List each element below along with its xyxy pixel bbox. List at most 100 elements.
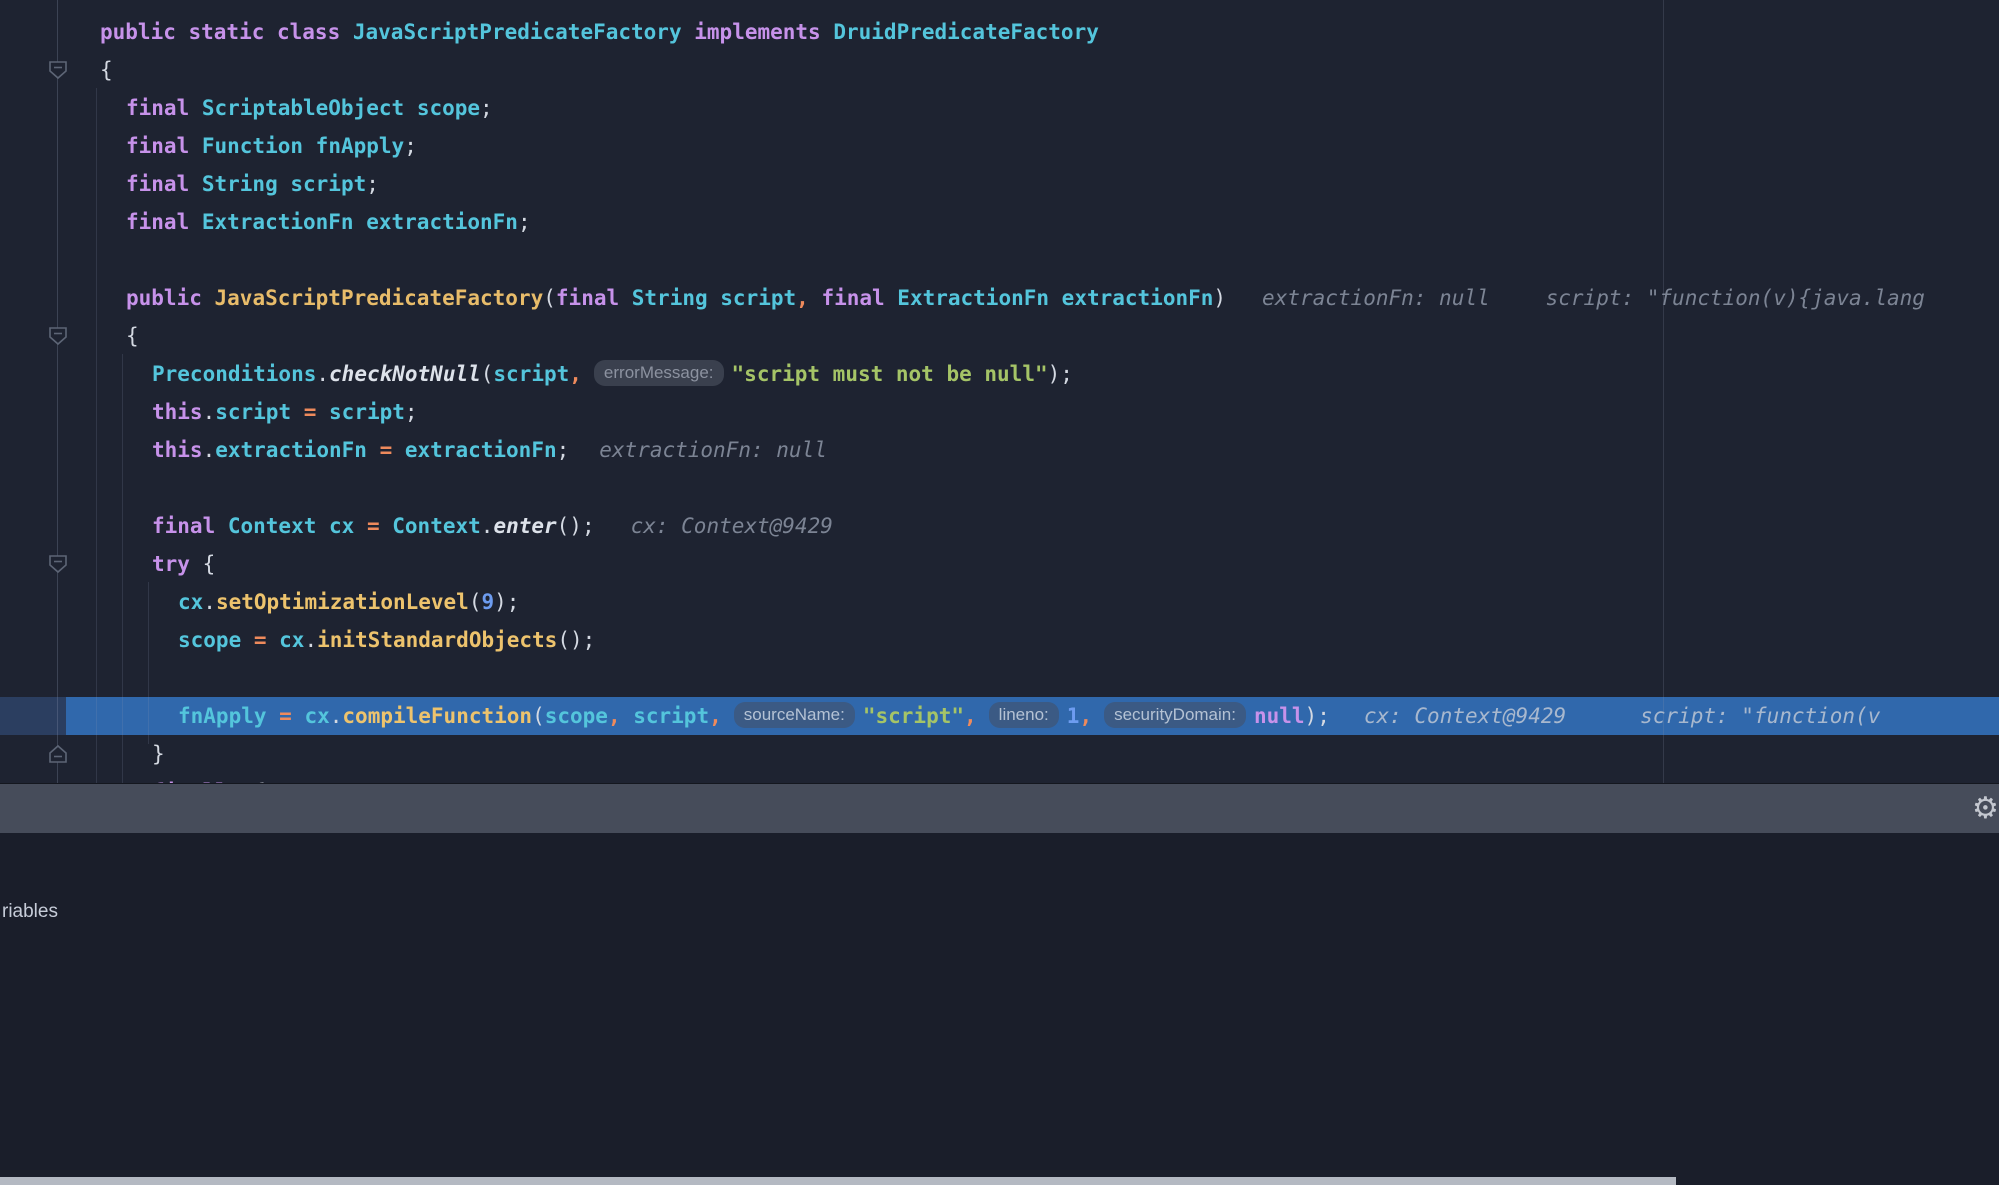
code-token: checkNotNull [329, 362, 481, 386]
debugger-inline-value: extractionFn: null [1262, 286, 1490, 310]
code-token: scope [544, 704, 608, 728]
code-line[interactable]: this.script = script; [0, 393, 1999, 431]
code-token: , [709, 704, 722, 728]
code-token: JavaScriptPredicateFactory [214, 286, 544, 310]
code-token: 9 [481, 590, 495, 614]
code-line[interactable]: { [0, 51, 1999, 89]
window-bottom-edge [0, 1177, 1676, 1185]
code-token: ExtractionFn [201, 210, 354, 234]
code-line[interactable]: public JavaScriptPredicateFactory(final … [0, 279, 1999, 317]
code-token: "script" [862, 704, 965, 728]
code-token: extractionFn [404, 438, 557, 462]
code-token: . [203, 590, 216, 614]
code-token: ); [1304, 704, 1330, 728]
code-token: cx [178, 590, 204, 614]
code-token: Function [201, 134, 304, 158]
ide-debug-view: public static class JavaScriptPredicateF… [0, 0, 1999, 1185]
code-token: { [100, 58, 113, 82]
code-token: ( [468, 590, 482, 614]
code-token: "script must not be null" [731, 362, 1048, 386]
code-token: final [126, 172, 202, 196]
code-token: String [201, 172, 278, 196]
code-token: { [126, 324, 139, 348]
code-token: ; [404, 400, 418, 424]
code-token: try [152, 552, 190, 576]
code-line[interactable]: final ExtractionFn extractionFn; [0, 203, 1999, 241]
code-token: , [1079, 704, 1093, 728]
execution-point-line[interactable]: fnApply = cx.compileFunction(scope, scri… [0, 697, 1999, 735]
code-token: ; [556, 438, 570, 462]
code-token: script [633, 704, 710, 728]
code-token: , [607, 704, 634, 728]
code-token: Preconditions [152, 362, 317, 386]
code-line[interactable]: final ScriptableObject scope; [0, 89, 1999, 127]
code-area[interactable]: public static class JavaScriptPredicateF… [0, 0, 1999, 783]
debugger-inline-value: cx: Context@9429 [1363, 704, 1567, 728]
code-line[interactable]: final String script; [0, 165, 1999, 203]
code-editor[interactable]: public static class JavaScriptPredicateF… [0, 0, 1999, 783]
code-line[interactable] [0, 469, 1999, 507]
code-token: , [796, 286, 822, 310]
inline-parameter-hint: sourceName: [733, 702, 855, 728]
code-token: . [329, 704, 343, 728]
code-line[interactable]: final Function fnApply; [0, 127, 1999, 165]
code-line[interactable]: try { [0, 545, 1999, 583]
inline-parameter-hint: errorMessage: [593, 360, 724, 386]
code-line[interactable]: } [0, 735, 1999, 773]
code-line[interactable]: { [0, 317, 1999, 355]
code-token: ) [1213, 286, 1227, 310]
inline-parameter-hint: lineno: [988, 702, 1059, 728]
fold-collapse-icon[interactable] [48, 60, 68, 80]
code-line[interactable] [0, 241, 1999, 279]
debugger-inline-value: script: "function(v){java.lang [1545, 286, 1925, 310]
variables-panel: riables ❯this = {JavaScriptDimFilter$Jav… [0, 833, 1999, 1185]
code-line[interactable]: this.extractionFn = extractionFn; extract… [0, 431, 1999, 469]
code-line[interactable]: scope = cx.initStandardObjects(); [0, 621, 1999, 659]
code-token: implements [694, 20, 821, 44]
code-token: final [152, 514, 228, 538]
code-line[interactable]: final Context cx = Context.enter(); cx: C… [0, 507, 1999, 545]
fold-collapse-icon[interactable] [48, 326, 68, 346]
code-token: . [480, 514, 494, 538]
inline-parameter-hint: securityDomain: [1104, 702, 1246, 728]
code-token: ScriptableObject [201, 96, 405, 120]
code-line[interactable]: public static class JavaScriptPredicateF… [0, 13, 1999, 51]
code-token: initStandardObjects [317, 628, 558, 652]
panel-splitter[interactable]: ⚙ [0, 783, 1999, 833]
code-token: . [202, 438, 216, 462]
code-token: final [126, 134, 202, 158]
code-token: public [126, 286, 215, 310]
fold-collapse-icon[interactable] [48, 554, 68, 574]
code-token: null [1253, 704, 1305, 728]
code-token: final [821, 286, 898, 310]
code-token: = [241, 628, 280, 652]
code-token: script [290, 172, 367, 196]
code-token: this [152, 438, 203, 462]
code-token: ExtractionFn [897, 286, 1050, 310]
code-token: Context [227, 514, 317, 538]
code-line[interactable]: finally { [0, 773, 1999, 783]
code-token: = [354, 514, 393, 538]
code-token: = [291, 400, 330, 424]
code-token: } [152, 742, 165, 766]
code-line[interactable] [0, 659, 1999, 697]
fold-collapse-end-icon[interactable] [48, 744, 68, 764]
variables-tab-label[interactable]: riables [2, 901, 58, 923]
code-token: = [266, 704, 305, 728]
settings-gear-icon[interactable]: ⚙ [1972, 790, 1999, 828]
code-token: extractionFn [1061, 286, 1214, 310]
code-line[interactable]: Preconditions.checkNotNull(script, errorM… [0, 355, 1999, 393]
code-token: this [152, 400, 203, 424]
code-token: cx [329, 514, 355, 538]
code-line[interactable]: cx.setOptimizationLevel(9); [0, 583, 1999, 621]
debugger-inline-value: cx: Context@9429 [630, 514, 833, 538]
code-token: final [126, 96, 202, 120]
code-token: ( [532, 704, 545, 728]
